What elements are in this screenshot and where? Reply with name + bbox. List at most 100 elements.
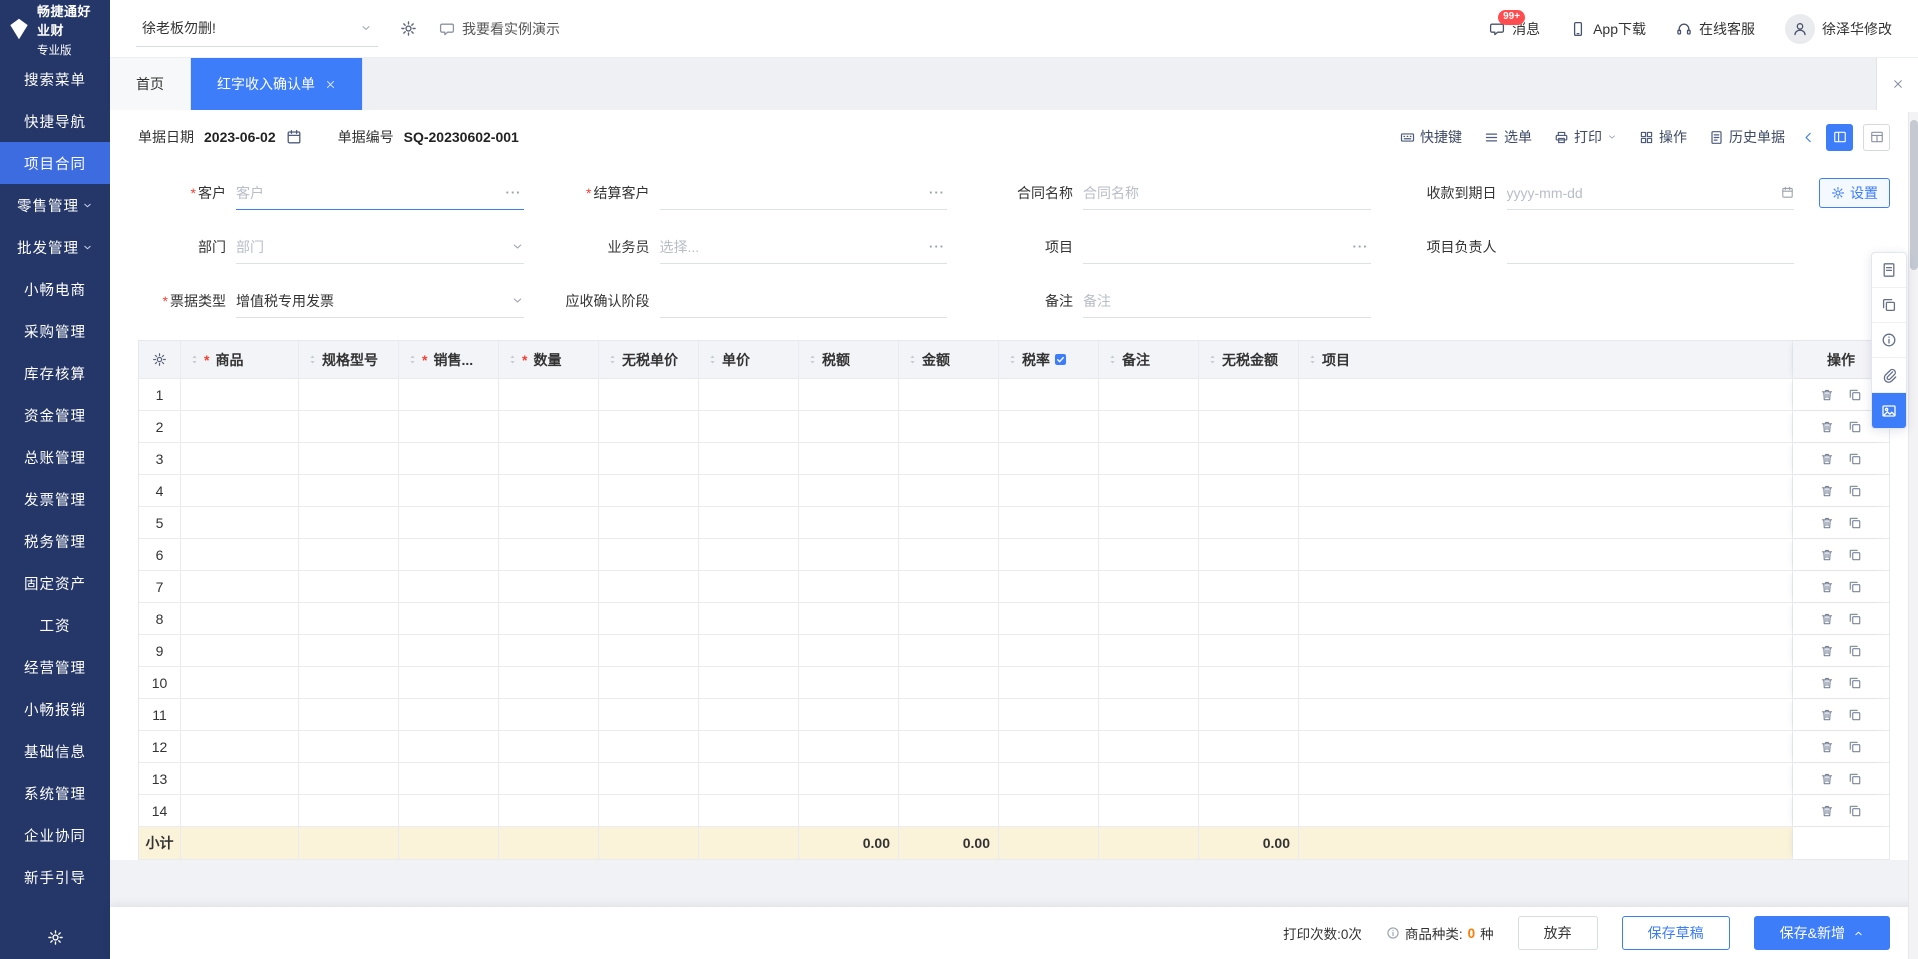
discard-button[interactable]: 放弃: [1517, 916, 1598, 950]
cell-tax-amount[interactable]: [799, 507, 899, 538]
delete-row-icon[interactable]: [1820, 772, 1834, 786]
cell-qty[interactable]: [499, 539, 599, 570]
cell-price-notax[interactable]: [599, 667, 699, 698]
cell-tax-rate[interactable]: [999, 667, 1099, 698]
cell-price-notax[interactable]: [599, 571, 699, 602]
cell-remark[interactable]: [1099, 731, 1199, 762]
cell-tax-amount[interactable]: [799, 731, 899, 762]
cell-project[interactable]: [1299, 443, 1793, 474]
cell-project[interactable]: [1299, 699, 1793, 730]
cell-spec[interactable]: [299, 763, 399, 794]
doc-action-select-order[interactable]: 选单: [1484, 127, 1532, 147]
cell-amount-notax[interactable]: [1199, 603, 1299, 634]
company-select[interactable]: 徐老板勿删!: [136, 10, 378, 47]
cell-tax-rate[interactable]: [999, 507, 1099, 538]
delete-row-icon[interactable]: [1820, 548, 1834, 562]
more-options-icon[interactable]: ···: [504, 185, 524, 200]
copy-row-icon[interactable]: [1848, 612, 1862, 626]
cell-project[interactable]: [1299, 507, 1793, 538]
cell-sales[interactable]: [399, 379, 499, 410]
cell-amount[interactable]: [899, 571, 999, 602]
sort-icon[interactable]: [907, 354, 918, 365]
cell-qty[interactable]: [499, 411, 599, 442]
cell-remark[interactable]: [1099, 539, 1199, 570]
cell-amount[interactable]: [899, 795, 999, 826]
online-service-button[interactable]: 在线客服: [1676, 19, 1755, 39]
cell-spec[interactable]: [299, 475, 399, 506]
cell-spec[interactable]: [299, 539, 399, 570]
sidebar-item-inventory[interactable]: 库存核算: [0, 352, 110, 394]
cell-remark[interactable]: [1099, 443, 1199, 474]
cell-price-notax[interactable]: [599, 507, 699, 538]
panel-document-button[interactable]: [1872, 253, 1906, 288]
cell-product[interactable]: [181, 731, 299, 762]
cell-product[interactable]: [181, 507, 299, 538]
cell-remark[interactable]: [1099, 411, 1199, 442]
cell-sales[interactable]: [399, 763, 499, 794]
save-draft-button[interactable]: 保存草稿: [1621, 916, 1730, 950]
cell-remark[interactable]: [1099, 603, 1199, 634]
cell-spec[interactable]: [299, 795, 399, 826]
cell-project[interactable]: [1299, 539, 1793, 570]
cell-amount[interactable]: [899, 411, 999, 442]
cell-amount-notax[interactable]: [1199, 475, 1299, 506]
copy-row-icon[interactable]: [1848, 708, 1862, 722]
cell-tax-rate[interactable]: [999, 571, 1099, 602]
cell-remark[interactable]: [1099, 475, 1199, 506]
cell-remark[interactable]: [1099, 795, 1199, 826]
sort-icon[interactable]: [1207, 354, 1218, 365]
doc-action-operations[interactable]: 操作: [1639, 127, 1687, 147]
cell-spec[interactable]: [299, 603, 399, 634]
panel-image-button[interactable]: [1872, 393, 1906, 428]
sidebar-item-project-contract[interactable]: 项目合同: [0, 142, 110, 184]
cell-amount[interactable]: [899, 443, 999, 474]
cell-tax-amount[interactable]: [799, 475, 899, 506]
cell-price[interactable]: [699, 539, 799, 570]
delete-row-icon[interactable]: [1820, 644, 1834, 658]
messages-button[interactable]: 99+ 消息: [1489, 9, 1540, 39]
cell-spec[interactable]: [299, 411, 399, 442]
cell-amount-notax[interactable]: [1199, 699, 1299, 730]
delete-row-icon[interactable]: [1820, 580, 1834, 594]
cell-project[interactable]: [1299, 411, 1793, 442]
cell-amount-notax[interactable]: [1199, 763, 1299, 794]
cell-qty[interactable]: [499, 699, 599, 730]
project-leader-input[interactable]: [1506, 238, 1794, 255]
sidebar-item-quick-nav[interactable]: 快捷导航: [0, 100, 110, 142]
delete-row-icon[interactable]: [1820, 740, 1834, 754]
cell-sales[interactable]: [399, 795, 499, 826]
cell-tax-amount[interactable]: [799, 763, 899, 794]
cell-amount[interactable]: [899, 635, 999, 666]
panel-attachment-button[interactable]: [1872, 358, 1906, 393]
customer-input[interactable]: [236, 184, 500, 201]
cell-amount[interactable]: [899, 731, 999, 762]
cell-qty[interactable]: [499, 635, 599, 666]
cell-project[interactable]: [1299, 571, 1793, 602]
delete-row-icon[interactable]: [1820, 676, 1834, 690]
cell-price-notax[interactable]: [599, 443, 699, 474]
cell-tax-rate[interactable]: [999, 635, 1099, 666]
cell-tax-rate[interactable]: [999, 795, 1099, 826]
user-menu[interactable]: 徐泽华修改: [1785, 13, 1892, 44]
cell-qty[interactable]: [499, 379, 599, 410]
cell-amount-notax[interactable]: [1199, 667, 1299, 698]
cell-spec[interactable]: [299, 507, 399, 538]
cell-spec[interactable]: [299, 731, 399, 762]
more-options-icon[interactable]: ···: [927, 185, 947, 200]
cell-product[interactable]: [181, 539, 299, 570]
cell-amount[interactable]: [899, 699, 999, 730]
copy-row-icon[interactable]: [1848, 772, 1862, 786]
cell-price[interactable]: [699, 507, 799, 538]
cell-sales[interactable]: [399, 635, 499, 666]
sidebar-item-payroll[interactable]: 工资: [0, 604, 110, 646]
cell-product[interactable]: [181, 379, 299, 410]
cell-remark[interactable]: [1099, 667, 1199, 698]
delete-row-icon[interactable]: [1820, 804, 1834, 818]
cell-qty[interactable]: [499, 507, 599, 538]
cell-product[interactable]: [181, 475, 299, 506]
cell-amount[interactable]: [899, 539, 999, 570]
cell-qty[interactable]: [499, 763, 599, 794]
sidebar-item-ledger[interactable]: 总账管理: [0, 436, 110, 478]
contract-name-input[interactable]: [1083, 184, 1371, 201]
delete-row-icon[interactable]: [1820, 516, 1834, 530]
